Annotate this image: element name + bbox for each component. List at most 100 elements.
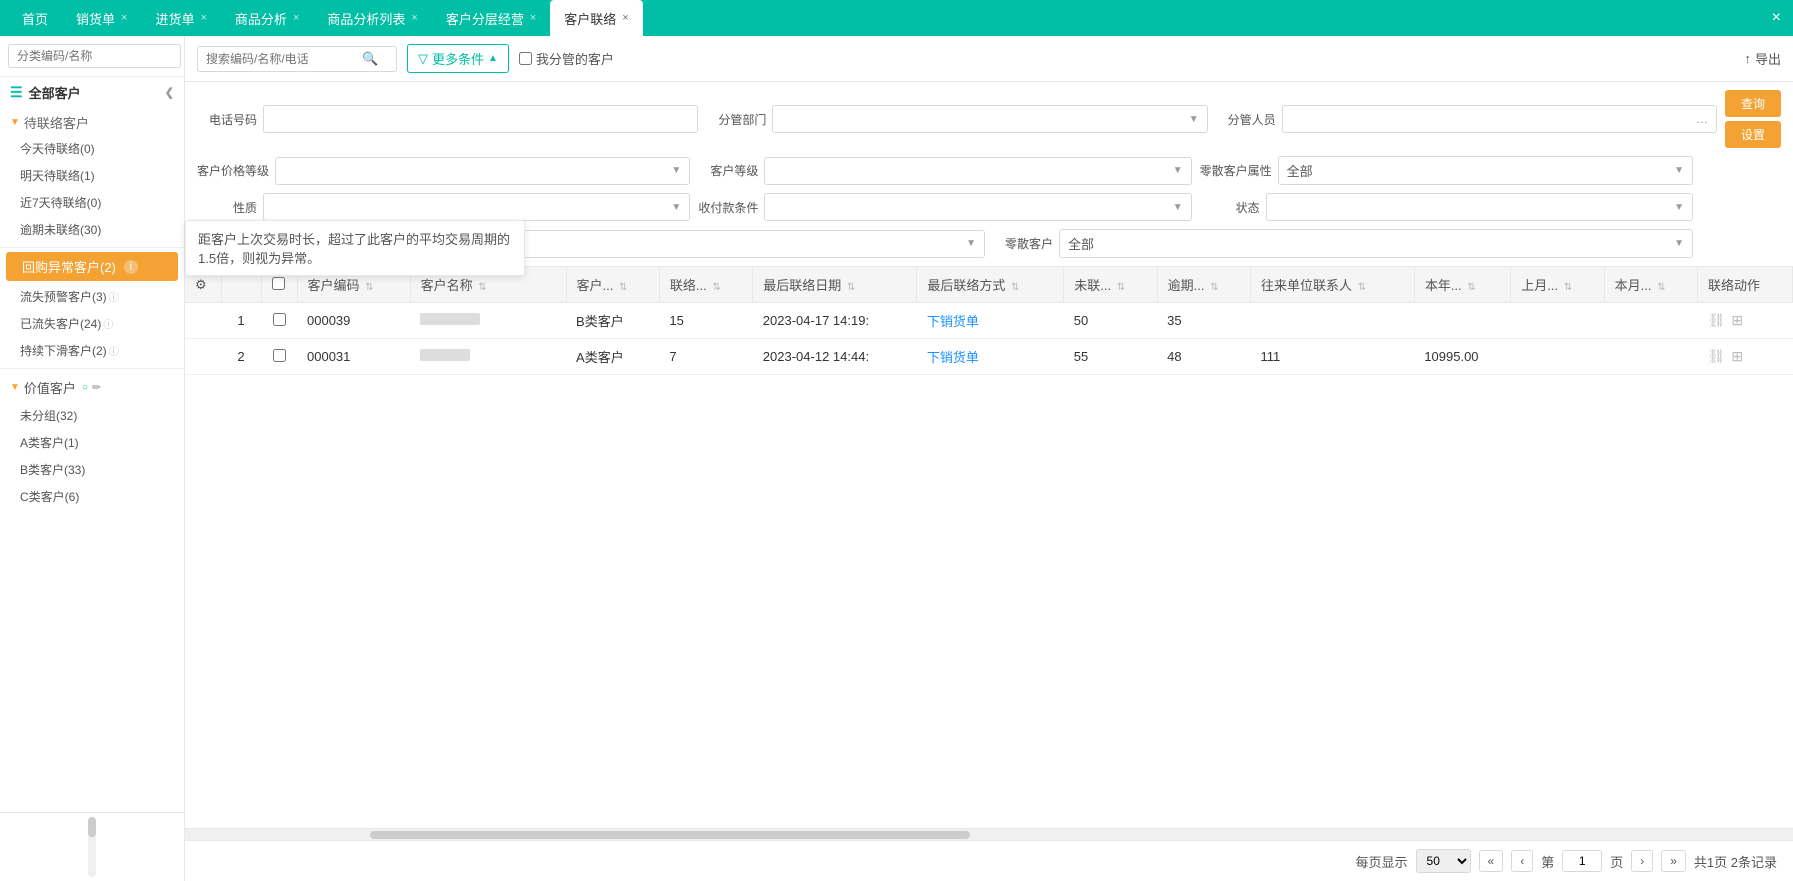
sidebar-item-declining[interactable]: 持续下滑客户(2) ⓘ: [0, 337, 184, 364]
row2-this-year: 10995.00: [1414, 339, 1510, 375]
col-this-year[interactable]: 本年... ⇅: [1414, 267, 1510, 303]
filter-search-icon[interactable]: 🔍: [362, 51, 378, 67]
horizontal-scrollbar[interactable]: [185, 828, 1793, 840]
filter-dept: 分管部门 ▼: [706, 105, 1207, 133]
nav-sales-order[interactable]: 销货单 ×: [62, 0, 141, 36]
sidebar-item-repurchase-anomaly[interactable]: 回购异常客户(2) i: [6, 252, 178, 281]
col-this-month[interactable]: 本月... ⇅: [1604, 267, 1697, 303]
row1-method-link[interactable]: 下销货单: [927, 314, 979, 329]
value-circle-icon[interactable]: ○: [82, 382, 88, 393]
nav-purchase-order[interactable]: 进货单 ×: [141, 0, 220, 36]
filter-nature-select[interactable]: ▼: [263, 193, 690, 221]
row1-method[interactable]: 下销货单: [917, 303, 1064, 339]
col-unit-contact[interactable]: 往来单位联系人 ⇅: [1251, 267, 1415, 303]
row2-overdue: 48: [1157, 339, 1250, 375]
row2-unit-contact: 111: [1251, 339, 1415, 375]
first-page-btn[interactable]: «: [1479, 850, 1504, 872]
window-close-btn[interactable]: ×: [1772, 9, 1781, 27]
row1-name: [410, 303, 566, 339]
filter-dept-select[interactable]: ▼: [772, 105, 1207, 133]
col-last-contact-method[interactable]: 最后联络方式 ⇅: [917, 267, 1064, 303]
collapse-icon[interactable]: ❮: [165, 86, 174, 99]
sidebar-item-churned[interactable]: 已流失客户(24) ⓘ: [0, 310, 184, 337]
filter-manager-select[interactable]: …: [1282, 105, 1717, 133]
prev-page-btn[interactable]: ‹: [1511, 850, 1533, 872]
row2-link-icon[interactable]: ⛓: [1708, 348, 1726, 365]
col-last-contact-date[interactable]: 最后联络日期 ⇅: [753, 267, 917, 303]
next-page-btn[interactable]: ›: [1631, 850, 1653, 872]
sidebar-item-churn-warning[interactable]: 流失预警客户(3) ⓘ: [0, 283, 184, 310]
my-customer-checkbox[interactable]: [519, 52, 532, 65]
row1-select[interactable]: [273, 313, 286, 326]
row2-checkbox[interactable]: [261, 339, 297, 375]
filter-status-select[interactable]: ▼: [1266, 193, 1693, 221]
filter-customer-level-select[interactable]: ▼: [764, 157, 1191, 185]
sort-name-icon: ⇅: [478, 282, 486, 293]
row2-method-link[interactable]: 下销货单: [927, 350, 979, 365]
data-table: ⚙ 客户编码 ⇅ 客户名称 ⇅ 客户... ⇅ 联络... ⇅ 最后联络日期 ⇅…: [185, 267, 1793, 375]
main-layout: 🔍 ☰ 全部客户 ❮ ▼ 待联络客户 今天待联络(0) 明天待联络(1) 近7天…: [0, 36, 1793, 881]
sidebar-item-class-c[interactable]: C类客户(6): [0, 483, 184, 510]
close-product-analysis-list[interactable]: ×: [411, 12, 417, 24]
row2-select[interactable]: [273, 349, 286, 362]
row1-link-icon[interactable]: ⛓: [1708, 312, 1726, 329]
table-area[interactable]: ⚙ 客户编码 ⇅ 客户名称 ⇅ 客户... ⇅ 联络... ⇅ 最后联络日期 ⇅…: [185, 267, 1793, 828]
sidebar-item-ungroup[interactable]: 未分组(32): [0, 402, 184, 429]
manager-dots[interactable]: …: [1696, 112, 1708, 126]
all-customers-header[interactable]: ☰ 全部客户 ❮: [0, 77, 184, 108]
settings-btn[interactable]: 设置: [1725, 121, 1781, 148]
nav-home[interactable]: 首页: [8, 0, 62, 36]
row1-checkbox[interactable]: [261, 303, 297, 339]
select-all-checkbox[interactable]: [272, 277, 285, 290]
export-btn[interactable]: ↑ 导出: [1744, 49, 1781, 68]
row2-grid-icon[interactable]: ⊞: [1731, 348, 1743, 365]
filter-price-level-select[interactable]: ▼: [275, 157, 690, 185]
close-customer-contact[interactable]: ×: [622, 12, 628, 24]
query-btn[interactable]: 查询: [1725, 90, 1781, 117]
col-overdue[interactable]: 逾期... ⇅: [1157, 267, 1250, 303]
more-filters-btn[interactable]: ▽ 更多条件 ▲: [407, 44, 509, 73]
sidebar-item-7days[interactable]: 近7天待联络(0): [0, 189, 184, 216]
sidebar-item-today[interactable]: 今天待联络(0): [0, 135, 184, 162]
filter-retail-customer-select[interactable]: 全部 ▼: [1059, 229, 1693, 258]
sidebar-search-input[interactable]: [8, 44, 181, 68]
sidebar-item-overdue[interactable]: 逾期未联络(30): [0, 216, 184, 243]
row2-this-month: [1604, 339, 1697, 375]
nav-customer-contact[interactable]: 客户联络 ×: [550, 0, 642, 36]
info-icon-2: ⓘ: [109, 289, 119, 304]
close-customer-tier[interactable]: ×: [530, 12, 536, 24]
filter-search-input[interactable]: [206, 52, 356, 66]
close-product-analysis[interactable]: ×: [293, 12, 299, 24]
sidebar-scrollbar[interactable]: [88, 817, 96, 877]
close-purchase-order[interactable]: ×: [200, 12, 206, 24]
sidebar-item-tomorrow[interactable]: 明天待联络(1): [0, 162, 184, 189]
row1-not-contacted: 50: [1064, 303, 1157, 339]
col-customer-type[interactable]: 客户... ⇅: [566, 267, 659, 303]
per-page-select[interactable]: 50 100 200: [1416, 849, 1471, 873]
nav-product-analysis-list[interactable]: 商品分析列表 ×: [313, 0, 431, 36]
close-sales-order[interactable]: ×: [121, 12, 127, 24]
row1-grid-icon[interactable]: ⊞: [1731, 312, 1743, 329]
group-arrow-icon: ▼: [10, 117, 20, 128]
row2-actions: ⛓ ⊞: [1698, 339, 1793, 375]
row1-type: B类客户: [566, 303, 659, 339]
filter-retail-attr-select[interactable]: 全部 ▼: [1278, 156, 1693, 185]
filter-phone-input[interactable]: [263, 105, 698, 133]
page-number-input[interactable]: [1562, 850, 1602, 872]
row2-method[interactable]: 下销货单: [917, 339, 1064, 375]
tooltip-box: 距客户上次交易时长，超过了此客户的平均交易周期的1.5倍，则视为异常。: [185, 220, 525, 276]
edit-icon[interactable]: ✏: [92, 381, 101, 394]
scroll-thumb[interactable]: [370, 831, 970, 839]
last-page-btn[interactable]: »: [1661, 850, 1686, 872]
col-contact-count[interactable]: 联络... ⇅: [659, 267, 752, 303]
sidebar-item-class-a[interactable]: A类客户(1): [0, 429, 184, 456]
nav-customer-tier[interactable]: 客户分层经营 ×: [432, 0, 550, 36]
filter-phone-label: 电话号码: [197, 111, 257, 128]
col-not-contacted[interactable]: 未联... ⇅: [1064, 267, 1157, 303]
sort-method-icon: ⇅: [1011, 282, 1019, 293]
col-last-month[interactable]: 上月... ⇅: [1511, 267, 1604, 303]
filter-price-level: 客户价格等级 ▼: [197, 157, 690, 185]
nav-product-analysis[interactable]: 商品分析 ×: [221, 0, 313, 36]
sidebar-item-class-b[interactable]: B类客户(33): [0, 456, 184, 483]
filter-payment-select[interactable]: ▼: [764, 193, 1191, 221]
